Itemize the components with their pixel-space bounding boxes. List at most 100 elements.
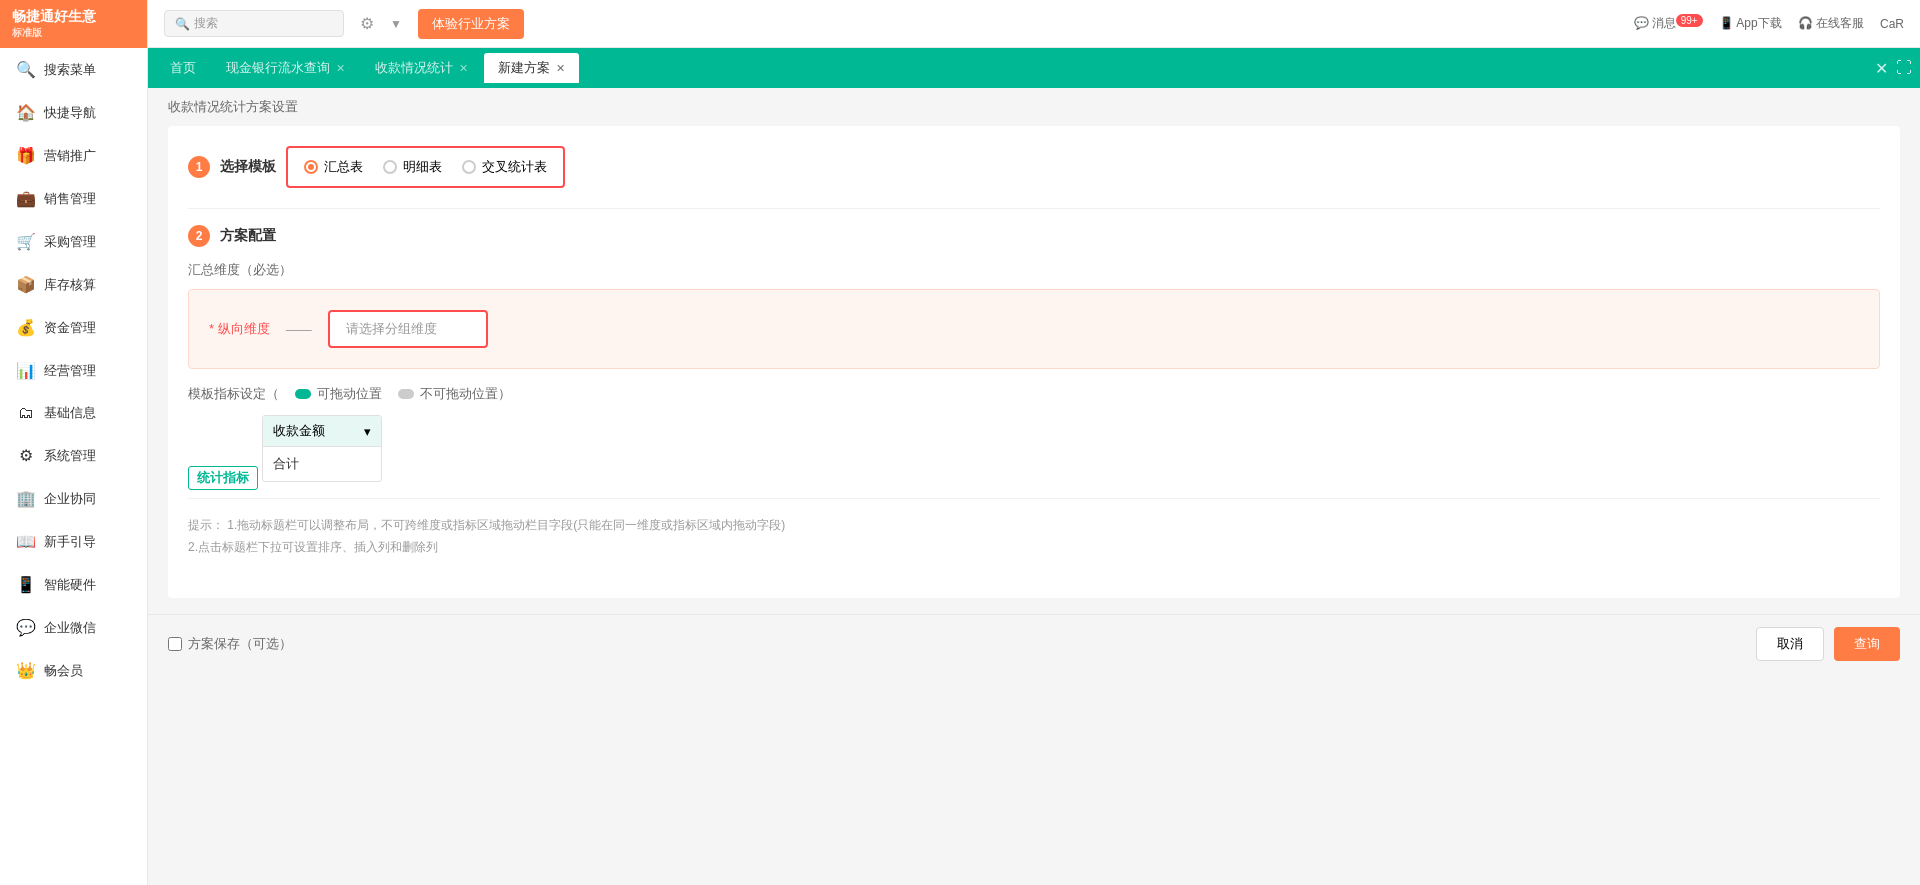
tag-non-draggable: 不可拖动位置） [398,385,511,403]
radio-cross[interactable]: 交叉统计表 [462,158,547,176]
sidebar-item-search-menu[interactable]: 🔍 搜索菜单 [0,48,147,91]
radio-detail[interactable]: 明细表 [383,158,442,176]
sidebar-item-corp-wechat[interactable]: 💬 企业微信 [0,606,147,649]
gear-icon: ⚙ [16,446,36,465]
sidebar-item-label: 采购管理 [44,233,96,251]
draggable-indicator [295,389,311,399]
logo-sub: 标准版 [12,26,96,40]
sidebar-item-member[interactable]: 👑 畅会员 [0,649,147,692]
sidebar-item-label: 畅会员 [44,662,83,680]
step2-badge: 2 [188,225,210,247]
dimension-select[interactable]: 请选择分组维度 [328,310,488,348]
chart-icon: 📊 [16,361,36,380]
service-link[interactable]: 🎧 在线客服 [1798,15,1864,32]
radio-detail-label: 明细表 [403,158,442,176]
tabbar: 首页 现金银行流水查询 ✕ 收款情况统计 ✕ 新建方案 ✕ ✕ ⛶ [148,48,1920,88]
tab-bank-flow[interactable]: 现金银行流水查询 ✕ [212,53,359,83]
money-icon: 💰 [16,318,36,337]
sales-icon: 💼 [16,189,36,208]
metrics-dropdown-icon[interactable]: ▾ [364,424,371,439]
tabbar-controls: ✕ ⛶ [1875,59,1912,78]
vertical-dim-label: * 纵向维度 [209,320,270,338]
search-placeholder: 搜索 [194,15,218,32]
radio-circle-cross [462,160,476,174]
message-badge: 99+ [1676,14,1703,27]
settings-icon[interactable]: ⚙ [360,14,374,33]
radio-circle-summary [304,160,318,174]
search-box[interactable]: 🔍 搜索 [164,10,344,37]
tab-close-new-plan[interactable]: ✕ [556,62,565,75]
trial-button[interactable]: 体验行业方案 [418,9,524,39]
sidebar-item-label: 营销推广 [44,147,96,165]
sidebar-item-operations[interactable]: 📊 经营管理 [0,349,147,392]
divider1 [188,208,1880,209]
save-label: 方案保存（可选） [188,635,292,653]
step1-badge: 1 [188,156,210,178]
tip-line2: 2.点击标题栏下拉可设置排序、插入列和删除列 [188,537,1880,559]
sidebar: 畅捷通好生意 标准版 🔍 搜索菜单 🏠 快捷导航 🎁 营销推广 💼 销售管理 🛒… [0,0,148,885]
sidebar-item-sales[interactable]: 💼 销售管理 [0,177,147,220]
sidebar-item-label: 智能硬件 [44,576,96,594]
dimension-section-label: 汇总维度（必选） [188,261,1880,279]
topbar-right: 💬 消息 99+ 📱 App下载 🎧 在线客服 CaR [1634,15,1904,32]
non-draggable-indicator [398,389,414,399]
crown-icon: 👑 [16,661,36,680]
sidebar-item-label: 快捷导航 [44,104,96,122]
box-icon: 📦 [16,275,36,294]
query-button[interactable]: 查询 [1834,627,1900,661]
tab-close-receipt-stats[interactable]: ✕ [459,62,468,75]
tip-line1: 提示： 1.拖动标题栏可以调整布局，不可跨维度或指标区域拖动栏目字段(只能在同一… [188,515,1880,537]
step2-header: 2 方案配置 [188,225,1880,247]
tab-new-plan-label: 新建方案 [498,59,550,77]
message-link[interactable]: 💬 消息 99+ [1634,15,1703,32]
tab-close-bank-flow[interactable]: ✕ [336,62,345,75]
sidebar-item-marketing[interactable]: 🎁 营销推广 [0,134,147,177]
main-card: 1 选择模板 汇总表 明细表 交叉统计表 [168,126,1900,598]
step2-title: 方案配置 [220,227,276,245]
sidebar-item-funds[interactable]: 💰 资金管理 [0,306,147,349]
sidebar-item-smart-hw[interactable]: 📱 智能硬件 [0,563,147,606]
sidebar-item-corp-collab[interactable]: 🏢 企业协同 [0,477,147,520]
save-checkbox[interactable] [168,637,182,651]
download-link[interactable]: 📱 App下载 [1719,15,1782,32]
sidebar-item-purchase[interactable]: 🛒 采购管理 [0,220,147,263]
step1-title: 选择模板 [220,158,276,176]
cancel-button[interactable]: 取消 [1756,627,1824,661]
radio-cross-label: 交叉统计表 [482,158,547,176]
sidebar-item-label: 企业协同 [44,490,96,508]
gift-icon: 🎁 [16,146,36,165]
tab-receipt-stats[interactable]: 收款情况统计 ✕ [361,53,482,83]
user-name[interactable]: CaR [1880,17,1904,31]
step1-header: 1 选择模板 汇总表 明细表 交叉统计表 [188,146,1880,188]
tab-home[interactable]: 首页 [156,53,210,83]
draggable-label: 可拖动位置 [317,385,382,403]
close-window-icon[interactable]: ✕ [1875,59,1888,78]
search-menu-icon: 🔍 [16,60,36,79]
sidebar-item-label: 经营管理 [44,362,96,380]
sidebar-item-guide[interactable]: 📖 新手引导 [0,520,147,563]
sidebar-item-label: 新手引导 [44,533,96,551]
sidebar-item-inventory[interactable]: 📦 库存核算 [0,263,147,306]
metrics-col-label: 收款金额 [273,422,325,440]
template-selection: 汇总表 明细表 交叉统计表 [286,146,565,188]
radio-summary[interactable]: 汇总表 [304,158,363,176]
radio-circle-detail [383,160,397,174]
sidebar-item-label: 系统管理 [44,447,96,465]
dropdown-icon[interactable]: ▼ [390,17,402,31]
tag-draggable: 可拖动位置 [295,385,382,403]
chat-icon: 💬 [16,618,36,637]
step1-section: 1 选择模板 汇总表 明细表 交叉统计表 [188,146,1880,188]
arrow-icon: —— [286,322,312,337]
non-draggable-label: 不可拖动位置） [420,385,511,403]
tab-new-plan[interactable]: 新建方案 ✕ [484,53,579,83]
maximize-icon[interactable]: ⛶ [1896,59,1912,78]
sidebar-item-quick-nav[interactable]: 🏠 快捷导航 [0,91,147,134]
footer-save: 方案保存（可选） [168,635,292,653]
sidebar-item-base-info[interactable]: 🗂 基础信息 [0,392,147,434]
book-icon: 📖 [16,532,36,551]
metrics-group-label: 统计指标 [188,466,258,490]
step2-section: 2 方案配置 汇总维度（必选） * 纵向维度 —— 请选择分组维度 [188,225,1880,558]
dimension-area: * 纵向维度 —— 请选择分组维度 [188,289,1880,369]
sidebar-item-system[interactable]: ⚙ 系统管理 [0,434,147,477]
search-icon: 🔍 [175,17,190,31]
